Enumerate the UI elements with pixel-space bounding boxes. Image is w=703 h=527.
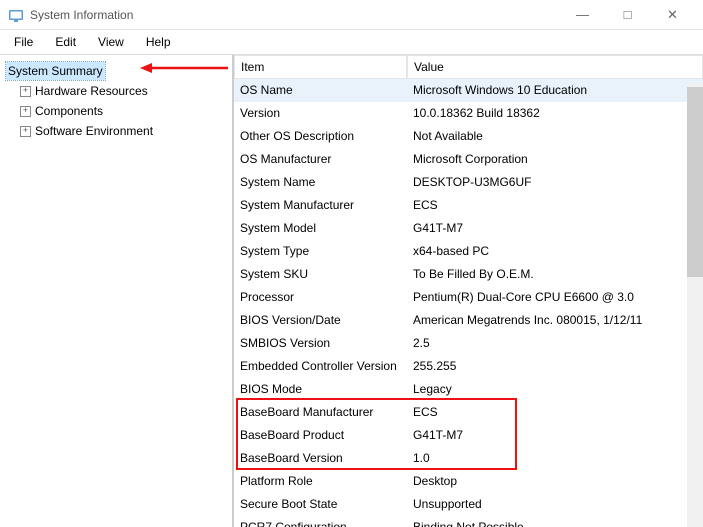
table-row[interactable]: BaseBoard Version1.0 — [234, 447, 703, 470]
table-row[interactable]: Embedded Controller Version255.255 — [234, 355, 703, 378]
table-row[interactable]: Platform RoleDesktop — [234, 470, 703, 493]
close-button[interactable]: ✕ — [650, 1, 695, 29]
table-row[interactable]: ProcessorPentium(R) Dual-Core CPU E6600 … — [234, 286, 703, 309]
titlebar: System Information — □ ✕ — [0, 0, 703, 30]
cell-value: Not Available — [407, 125, 703, 148]
table-row[interactable]: BIOS Version/DateAmerican Megatrends Inc… — [234, 309, 703, 332]
cell-item: OS Manufacturer — [234, 148, 407, 171]
cell-value: 255.255 — [407, 355, 703, 378]
grid-header: Item Value — [234, 55, 703, 79]
cell-value: Unsupported — [407, 493, 703, 516]
tree-label: Hardware Resources — [33, 82, 150, 100]
cell-item: Version — [234, 102, 407, 125]
grid-body: OS NameMicrosoft Windows 10 Education Ve… — [234, 79, 703, 527]
menu-file[interactable]: File — [4, 32, 43, 52]
cell-item: Embedded Controller Version — [234, 355, 407, 378]
menu-view[interactable]: View — [88, 32, 134, 52]
table-row[interactable]: BaseBoard ManufacturerECS — [234, 401, 703, 424]
cell-value: Microsoft Windows 10 Education — [407, 79, 703, 102]
cell-item: OS Name — [234, 79, 407, 102]
cell-item: BIOS Mode — [234, 378, 407, 401]
menubar: File Edit View Help — [0, 30, 703, 54]
cell-item: BIOS Version/Date — [234, 309, 407, 332]
expand-icon[interactable] — [20, 106, 31, 117]
cell-value: 1.0 — [407, 447, 703, 470]
cell-item: Processor — [234, 286, 407, 309]
column-header-value[interactable]: Value — [407, 55, 703, 79]
minimize-button[interactable]: — — [560, 1, 605, 29]
table-row[interactable]: PCR7 ConfigurationBinding Not Possible — [234, 516, 703, 527]
category-tree[interactable]: System Summary Hardware Resources Compon… — [0, 55, 234, 527]
table-row[interactable]: System Typex64-based PC — [234, 240, 703, 263]
table-row[interactable]: BIOS ModeLegacy — [234, 378, 703, 401]
cell-value: DESKTOP-U3MG6UF — [407, 171, 703, 194]
table-row[interactable]: Version10.0.18362 Build 18362 — [234, 102, 703, 125]
cell-item: System Model — [234, 217, 407, 240]
table-row[interactable]: BaseBoard ProductG41T-M7 — [234, 424, 703, 447]
cell-value: American Megatrends Inc. 080015, 1/12/11 — [407, 309, 703, 332]
cell-value: Binding Not Possible — [407, 516, 703, 527]
scrollbar-thumb[interactable] — [687, 87, 703, 277]
tree-label: Software Environment — [33, 122, 155, 140]
cell-value: ECS — [407, 194, 703, 217]
menu-edit[interactable]: Edit — [45, 32, 86, 52]
cell-value: x64-based PC — [407, 240, 703, 263]
vertical-scrollbar[interactable] — [687, 83, 703, 527]
cell-value: To Be Filled By O.E.M. — [407, 263, 703, 286]
cell-value: Desktop — [407, 470, 703, 493]
tree-node-hardware-resources[interactable]: Hardware Resources — [18, 81, 228, 101]
expand-icon[interactable] — [20, 86, 31, 97]
cell-value: Legacy — [407, 378, 703, 401]
cell-value: Pentium(R) Dual-Core CPU E6600 @ 3.0 — [407, 286, 703, 309]
cell-value: G41T-M7 — [407, 424, 703, 447]
details-panel: Item Value OS NameMicrosoft Windows 10 E… — [234, 55, 703, 527]
cell-item: Secure Boot State — [234, 493, 407, 516]
cell-value: ECS — [407, 401, 703, 424]
window-title: System Information — [30, 8, 560, 22]
cell-item: BaseBoard Manufacturer — [234, 401, 407, 424]
tree-node-system-summary[interactable]: System Summary — [4, 61, 228, 81]
column-header-item[interactable]: Item — [234, 55, 407, 79]
table-row[interactable]: OS NameMicrosoft Windows 10 Education — [234, 79, 703, 102]
table-row[interactable]: Other OS DescriptionNot Available — [234, 125, 703, 148]
cell-value: G41T-M7 — [407, 217, 703, 240]
cell-item: System Type — [234, 240, 407, 263]
cell-item: Platform Role — [234, 470, 407, 493]
cell-value: 10.0.18362 Build 18362 — [407, 102, 703, 125]
cell-item: BaseBoard Version — [234, 447, 407, 470]
table-row[interactable]: SMBIOS Version2.5 — [234, 332, 703, 355]
cell-item: System Name — [234, 171, 407, 194]
table-row[interactable]: System ManufacturerECS — [234, 194, 703, 217]
tree-node-components[interactable]: Components — [18, 101, 228, 121]
table-row[interactable]: System ModelG41T-M7 — [234, 217, 703, 240]
menu-help[interactable]: Help — [136, 32, 181, 52]
cell-item: BaseBoard Product — [234, 424, 407, 447]
expand-icon[interactable] — [20, 126, 31, 137]
cell-value: Microsoft Corporation — [407, 148, 703, 171]
cell-item: PCR7 Configuration — [234, 516, 407, 527]
table-row[interactable]: System SKUTo Be Filled By O.E.M. — [234, 263, 703, 286]
tree-node-software-environment[interactable]: Software Environment — [18, 121, 228, 141]
window-controls: — □ ✕ — [560, 1, 695, 29]
content-area: System Summary Hardware Resources Compon… — [0, 54, 703, 527]
cell-item: SMBIOS Version — [234, 332, 407, 355]
tree-label: System Summary — [6, 62, 105, 80]
cell-item: Other OS Description — [234, 125, 407, 148]
cell-item: System SKU — [234, 263, 407, 286]
app-icon — [8, 7, 24, 23]
table-row[interactable]: OS ManufacturerMicrosoft Corporation — [234, 148, 703, 171]
cell-value: 2.5 — [407, 332, 703, 355]
table-row[interactable]: System NameDESKTOP-U3MG6UF — [234, 171, 703, 194]
table-row[interactable]: Secure Boot StateUnsupported — [234, 493, 703, 516]
maximize-button[interactable]: □ — [605, 1, 650, 29]
tree-label: Components — [33, 102, 105, 120]
cell-item: System Manufacturer — [234, 194, 407, 217]
